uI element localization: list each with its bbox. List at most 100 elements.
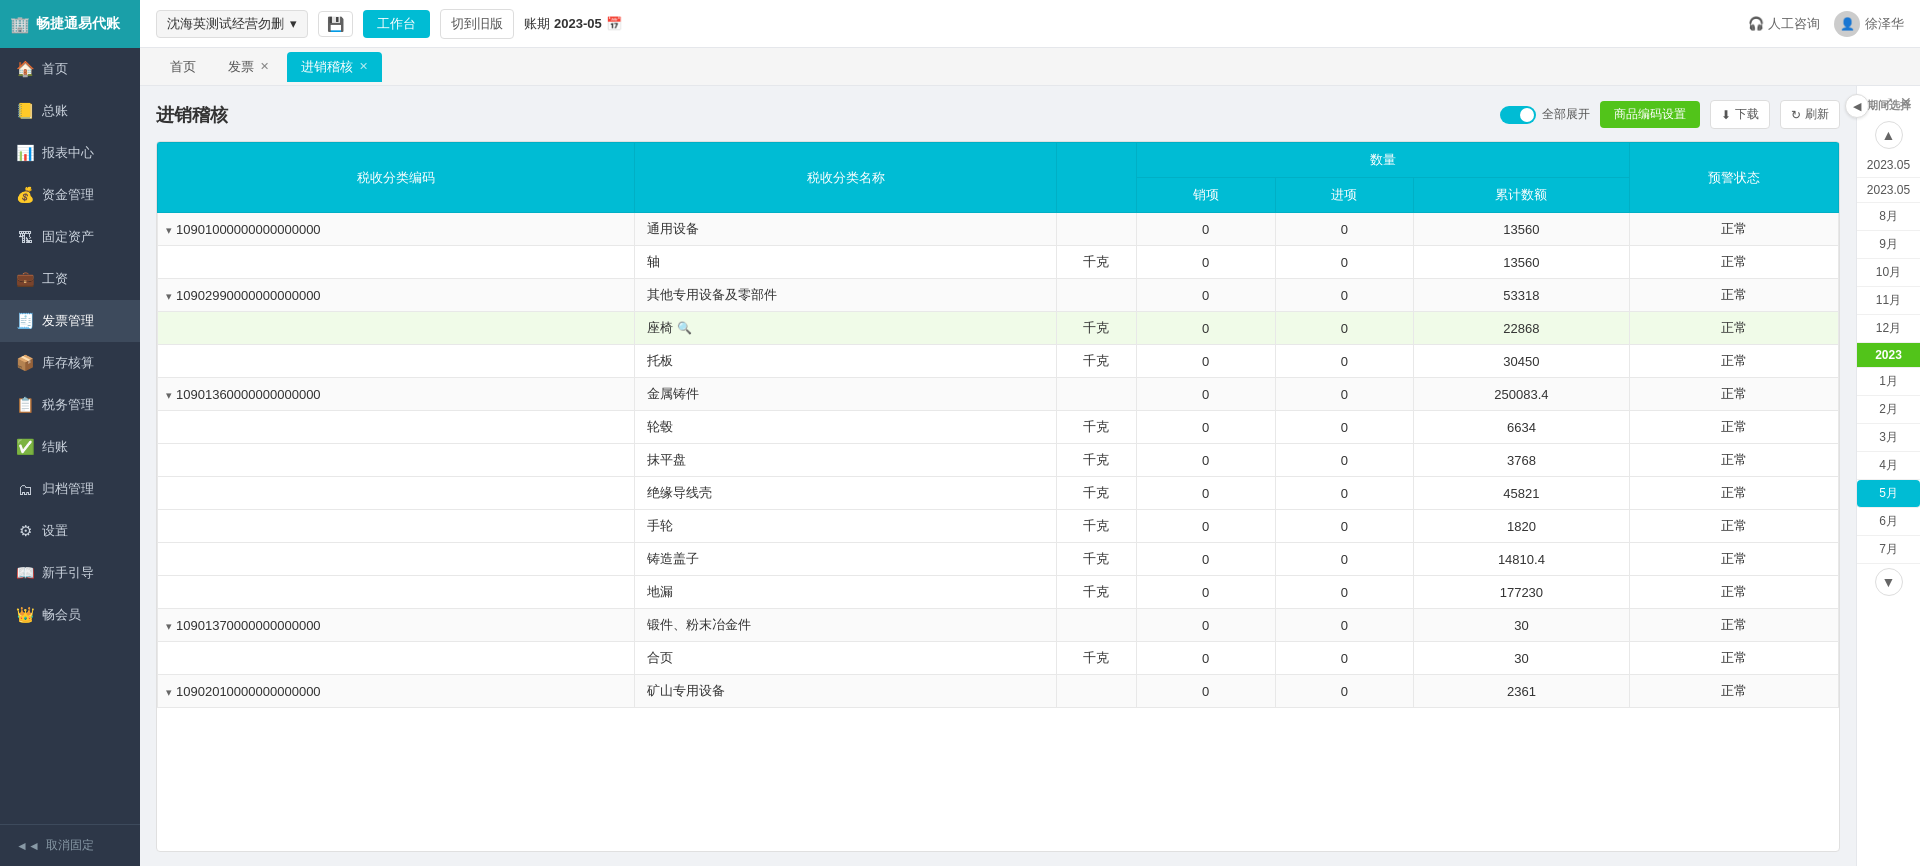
unpin-button[interactable]: ◄◄ 取消固定 [0, 824, 140, 866]
tab-reconcile-close[interactable]: ✕ [359, 60, 368, 73]
sidebar-item-tax[interactable]: 📋 税务管理 [0, 384, 140, 426]
period-item[interactable]: 2月 [1857, 396, 1920, 424]
tab-invoice[interactable]: 发票 ✕ [214, 52, 283, 82]
table-row-unit: 千克 [1056, 345, 1136, 378]
table-row-unit [1056, 609, 1136, 642]
period-item[interactable]: 6月 [1857, 508, 1920, 536]
table-row-sales: 0 [1136, 411, 1275, 444]
sidebar-item-label: 总账 [42, 102, 68, 120]
sidebar-item-settings[interactable]: ⚙ 设置 [0, 510, 140, 552]
col-tax-name: 税收分类名称 [635, 143, 1056, 213]
table-row-code: ▾10901000000000000000 [158, 213, 635, 246]
table-row-unit: 千克 [1056, 510, 1136, 543]
panel-expand-btn[interactable]: ◀ [1845, 94, 1869, 118]
period-item[interactable]: 4月 [1857, 452, 1920, 480]
expand-toggle[interactable] [1500, 106, 1536, 124]
period-item[interactable]: 10月 [1857, 259, 1920, 287]
period-nav-up[interactable]: ▲ [1875, 121, 1903, 149]
calendar-icon[interactable]: 📅 [606, 16, 622, 31]
tab-home[interactable]: 首页 [156, 52, 210, 82]
table-row-status: 正常 [1629, 510, 1838, 543]
table-row-purchase: 0 [1275, 576, 1414, 609]
sidebar-item-inventory[interactable]: 📦 库存核算 [0, 342, 140, 384]
table-row-code [158, 543, 635, 576]
table-row-name: 合页 [635, 642, 1056, 675]
sidebar-item-reports[interactable]: 📊 报表中心 [0, 132, 140, 174]
sidebar-item-invoices[interactable]: 🧾 发票管理 [0, 300, 140, 342]
table-row-total: 30 [1414, 642, 1629, 675]
sidebar-item-member[interactable]: 👑 畅会员 [0, 594, 140, 636]
table-row-sales: 0 [1136, 477, 1275, 510]
inventory-icon: 📦 [16, 354, 34, 372]
save-button[interactable]: 💾 [318, 11, 353, 37]
table-row-code [158, 510, 635, 543]
product-code-btn[interactable]: 商品编码设置 [1600, 101, 1700, 128]
period-item[interactable]: 2023 [1857, 343, 1920, 368]
download-btn[interactable]: ⬇ 下载 [1710, 100, 1770, 129]
workbench-button[interactable]: 工作台 [363, 10, 430, 38]
period-item[interactable]: 8月 [1857, 203, 1920, 231]
tab-reconcile-label: 进销稽核 [301, 58, 353, 76]
user-name: 徐泽华 [1865, 15, 1904, 33]
table-row-status: 正常 [1629, 675, 1838, 708]
guide-icon: 📖 [16, 564, 34, 582]
sidebar-item-archive[interactable]: 🗂 归档管理 [0, 468, 140, 510]
period-item[interactable]: 9月 [1857, 231, 1920, 259]
period-item[interactable]: 2023.05 [1857, 153, 1920, 178]
company-name: 沈海英测试经营勿删 [167, 15, 284, 33]
table-row-status: 正常 [1629, 279, 1838, 312]
period-item[interactable]: 11月 [1857, 287, 1920, 315]
period-nav-down[interactable]: ▼ [1875, 568, 1903, 596]
table-row-unit [1056, 675, 1136, 708]
close-panel-btn[interactable]: ✕ [1900, 94, 1912, 110]
sidebar-item-payroll[interactable]: 💼 工资 [0, 258, 140, 300]
table-row-code [158, 411, 635, 444]
table-row-purchase: 0 [1275, 279, 1414, 312]
company-selector[interactable]: 沈海英测试经营勿删 ▾ [156, 10, 308, 38]
sidebar-item-settlement[interactable]: ✅ 结账 [0, 426, 140, 468]
sidebar-item-label: 报表中心 [42, 144, 94, 162]
period-item[interactable]: 1月 [1857, 368, 1920, 396]
table-row-status: 正常 [1629, 444, 1838, 477]
user-menu[interactable]: 👤 徐泽华 [1834, 11, 1904, 37]
col-warning: 预警状态 [1629, 143, 1838, 213]
maximize-panel-btn[interactable]: ⤢ [1882, 94, 1894, 110]
period-item[interactable]: 2023.05 [1857, 178, 1920, 203]
period-item[interactable]: 3月 [1857, 424, 1920, 452]
switch-version-button[interactable]: 切到旧版 [440, 9, 514, 39]
support-link[interactable]: 🎧 人工咨询 [1748, 15, 1820, 33]
expand-toggle-label: 全部展开 [1542, 106, 1590, 123]
tab-invoice-close[interactable]: ✕ [260, 60, 269, 73]
sidebar-item-guide[interactable]: 📖 新手引导 [0, 552, 140, 594]
expand-icon[interactable]: ▾ [166, 620, 172, 632]
period-item[interactable]: 7月 [1857, 536, 1920, 564]
table-row-sales: 0 [1136, 213, 1275, 246]
period-item[interactable]: 5月 [1857, 480, 1920, 508]
table-row-name: 托板 [635, 345, 1056, 378]
table-row-name: 绝缘导线壳 [635, 477, 1056, 510]
table-row-purchase: 0 [1275, 378, 1414, 411]
assets-icon: 🏗 [16, 229, 34, 246]
sidebar-item-home[interactable]: 🏠 首页 [0, 48, 140, 90]
expand-icon[interactable]: ▾ [166, 389, 172, 401]
table-row-total: 13560 [1414, 246, 1629, 279]
table-row-sales: 0 [1136, 378, 1275, 411]
pin-icon: ◄◄ [16, 839, 40, 853]
sidebar-item-ledger[interactable]: 📒 总账 [0, 90, 140, 132]
tab-reconcile[interactable]: 进销稽核 ✕ [287, 52, 382, 82]
expand-icon[interactable]: ▾ [166, 224, 172, 236]
table-row-sales: 0 [1136, 576, 1275, 609]
table-row-unit: 千克 [1056, 444, 1136, 477]
page-actions: 全部展开 商品编码设置 ⬇ 下载 ↻ 刷新 [1500, 100, 1840, 129]
sidebar-item-label: 新手引导 [42, 564, 94, 582]
period-panel: ◀ ✕ ⤢ 期间选择 ▲ 2023.052023.058月9月10月11月12月… [1856, 86, 1920, 866]
expand-icon[interactable]: ▾ [166, 290, 172, 302]
sidebar-item-funds[interactable]: 💰 资金管理 [0, 174, 140, 216]
sidebar-item-label: 资金管理 [42, 186, 94, 204]
unpin-label: 取消固定 [46, 837, 94, 854]
sidebar-item-assets[interactable]: 🏗 固定资产 [0, 216, 140, 258]
refresh-btn[interactable]: ↻ 刷新 [1780, 100, 1840, 129]
funds-icon: 💰 [16, 186, 34, 204]
period-item[interactable]: 12月 [1857, 315, 1920, 343]
expand-icon[interactable]: ▾ [166, 686, 172, 698]
